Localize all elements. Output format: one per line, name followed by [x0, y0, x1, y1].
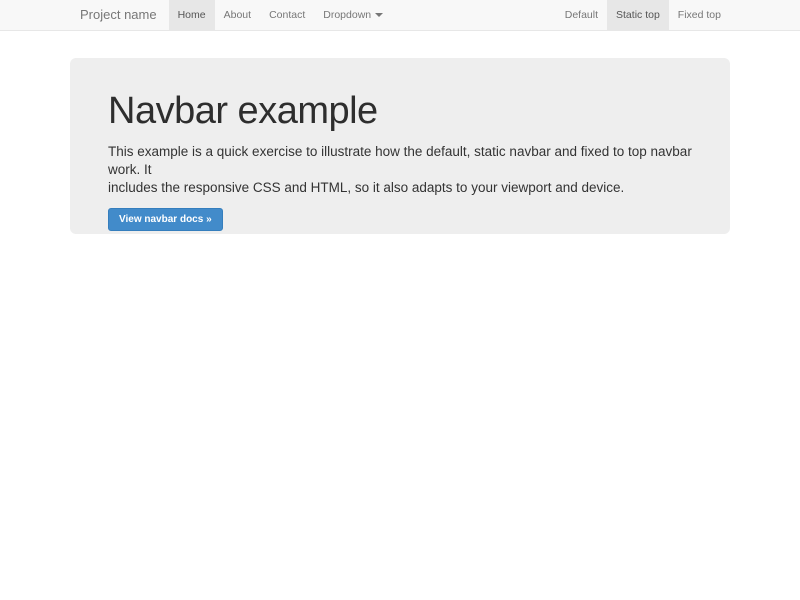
- top-navbar: Project name Home About Contact Dropdown…: [0, 0, 800, 31]
- nav-item-home: Home: [169, 0, 215, 30]
- nav-item-static-top: Static top: [607, 0, 669, 30]
- nav-item-default: Default: [556, 0, 607, 30]
- nav-link-about[interactable]: About: [215, 0, 260, 30]
- navbar-container: Project name Home About Contact Dropdown…: [70, 0, 730, 30]
- navbar-left-nav: Home About Contact Dropdown: [169, 0, 393, 30]
- nav-item-dropdown: Dropdown: [314, 0, 392, 30]
- nav-item-fixed-top: Fixed top: [669, 0, 730, 30]
- page-title: Navbar example: [108, 90, 692, 133]
- description-line-1: This example is a quick exercise to illu…: [108, 143, 692, 179]
- navbar-brand[interactable]: Project name: [70, 0, 167, 30]
- nav-link-contact[interactable]: Contact: [260, 0, 314, 30]
- nav-link-home[interactable]: Home: [169, 0, 215, 30]
- nav-link-static-top[interactable]: Static top: [607, 0, 669, 30]
- caret-down-icon: [375, 13, 383, 17]
- nav-dropdown-label: Dropdown: [323, 9, 371, 21]
- nav-link-default[interactable]: Default: [556, 0, 607, 30]
- nav-item-about: About: [215, 0, 260, 30]
- jumbotron-description: This example is a quick exercise to illu…: [108, 143, 692, 197]
- view-navbar-docs-button[interactable]: View navbar docs »: [108, 208, 223, 231]
- navbar-right-nav: Default Static top Fixed top: [556, 0, 730, 30]
- nav-item-contact: Contact: [260, 0, 314, 30]
- nav-link-dropdown[interactable]: Dropdown: [314, 0, 392, 30]
- jumbotron: Navbar example This example is a quick e…: [70, 58, 730, 234]
- description-line-2: includes the responsive CSS and HTML, so…: [108, 179, 692, 197]
- nav-link-fixed-top[interactable]: Fixed top: [669, 0, 730, 30]
- main-content: Navbar example This example is a quick e…: [0, 58, 800, 234]
